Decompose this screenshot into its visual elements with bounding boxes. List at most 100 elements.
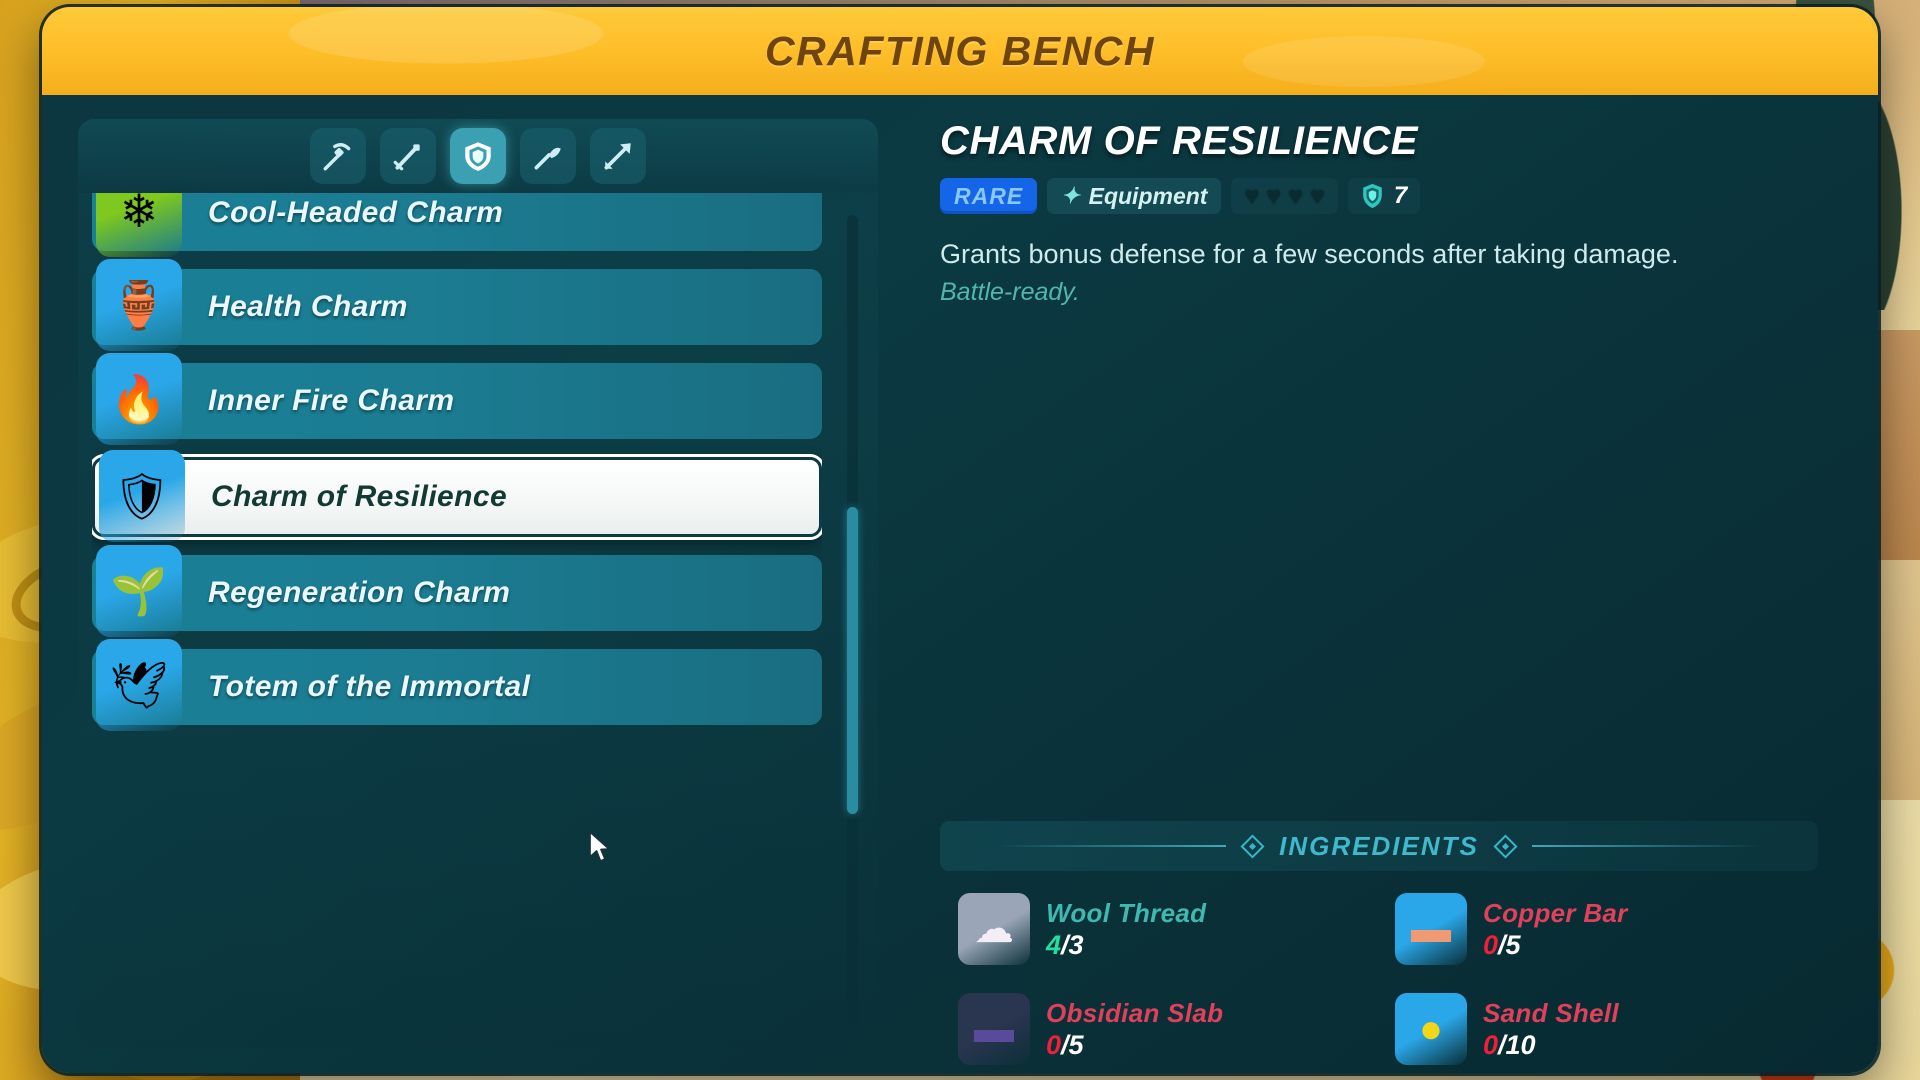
recipe-thumbnail: ❄ — [96, 193, 182, 257]
ingredient-name: Obsidian Slab — [1046, 997, 1224, 1028]
ingredient-have-count: 0 — [1483, 1029, 1499, 1060]
heart-icon: ♥ — [1266, 181, 1282, 210]
ingredient-need-count: /5 — [1061, 1029, 1084, 1060]
heart-icon: ♥ — [1309, 181, 1325, 210]
wing-icon: 🕊 — [109, 659, 169, 711]
ingredient-quantity: 0/10 — [1483, 1030, 1619, 1061]
recipe-row-label: Regeneration Charm — [208, 576, 511, 609]
ingredients-title: INGREDIENTS — [1279, 830, 1479, 861]
shield-stat-icon — [1363, 183, 1382, 209]
recipe-row[interactable]: 🔥 Inner Fire Charm — [92, 353, 822, 445]
recipe-row-label: Charm of Resilience — [211, 480, 508, 513]
page-title: CRAFTING BENCH — [765, 27, 1155, 74]
ingredient-item: ● Sand Shell 0/10 — [1395, 985, 1802, 1073]
ingredient-name: Copper Bar — [1483, 897, 1628, 928]
recipe-thumbnail: 🛡 — [99, 450, 185, 542]
diamond-icon-left — [1240, 833, 1265, 859]
ingredient-quantity: 0/5 — [1046, 1030, 1223, 1061]
ingredient-icon-tile: ● — [1395, 993, 1467, 1065]
ingredient-text: Obsidian Slab 0/5 — [1046, 998, 1223, 1061]
category-badge-label: Equipment — [1088, 182, 1208, 209]
flame-icon: 🔥 — [110, 373, 168, 425]
diamond-icon-right — [1493, 833, 1518, 859]
ingredient-need-count: /5 — [1498, 929, 1521, 960]
arrow-icon — [604, 143, 631, 170]
ingredient-icon-tile: ▬ — [958, 993, 1030, 1065]
recipe-row[interactable]: 🕊 Totem of the Immortal — [92, 639, 822, 731]
ingredient-text: Sand Shell 0/10 — [1483, 998, 1619, 1061]
detail-spacer — [940, 307, 1818, 821]
ingredient-item: ▬ Obsidian Slab 0/5 — [958, 985, 1365, 1073]
ingredient-have-count: 0 — [1483, 929, 1499, 960]
recipe-row-label: Health Charm — [208, 290, 408, 323]
scrollbar-thumb[interactable] — [847, 506, 858, 815]
potion-icon: 🏺 — [110, 279, 168, 331]
wool-icon: ☁ — [974, 907, 1014, 951]
item-detail-panel: CHARM OF RESILIENCE RARE ✦ Equipment ♥ ♥ ♥… — [888, 119, 1852, 1073]
detail-description: Grants bonus defense for a few seconds a… — [940, 239, 1679, 269]
ingredients-grid: ☁ Wool Thread 4/3 ▬ Copper Bar 0/5 ▬ Obsidian S… — [940, 885, 1818, 1073]
rarity-badge: RARE — [940, 178, 1038, 214]
recipe-row-label: Cool-Headed Charm — [208, 196, 504, 229]
recipe-thumbnail: 🔥 — [96, 353, 182, 445]
recipe-row-label: Totem of the Immortal — [208, 670, 531, 703]
detail-flavor-text: Battle-ready. — [940, 278, 1080, 307]
torch-icon — [534, 147, 561, 170]
recipe-browser: 🏺Health Charm❄Cool-Headed Charm🏺Health C… — [68, 119, 888, 1073]
recipe-row[interactable]: 🏺 Health Charm — [92, 259, 822, 351]
recipe-row[interactable]: 🛡 Charm of Resilience — [92, 450, 822, 542]
recipe-thumbnail: 🕊 — [96, 639, 182, 731]
tab-tools[interactable] — [310, 128, 366, 184]
shield-icon — [465, 142, 491, 171]
header-rule-left — [996, 845, 1227, 847]
crafting-bench-panel: CRAFTING BENCH ❄ Cool-Headed Charm 🏺 Hea… — [42, 7, 1878, 1073]
panel-body: 🏺Health Charm❄Cool-Headed Charm🏺Health C… — [42, 95, 1878, 1073]
defense-value: 7 — [1393, 182, 1408, 209]
recipe-thumbnail: 🌱 — [96, 545, 182, 637]
recipe-list-viewport: 🏺Health Charm❄Cool-Headed Charm🏺Health C… — [92, 193, 822, 1035]
ingredient-name: Sand Shell — [1483, 997, 1619, 1028]
ingredient-need-count: /3 — [1061, 929, 1084, 960]
ingredient-icon-tile: ☁ — [958, 893, 1030, 965]
ingredient-have-count: 0 — [1046, 1029, 1062, 1060]
ingredient-quantity: 4/3 — [1046, 930, 1206, 961]
copper-icon: ▬ — [1411, 907, 1451, 951]
shell-icon: ● — [1418, 1007, 1444, 1051]
recipe-list: 🏺Health Charm❄Cool-Headed Charm🏺Health C… — [92, 193, 822, 743]
recipe-row-label: Inner Fire Charm — [208, 384, 455, 417]
detail-title: CHARM OF RESILIENCE — [940, 119, 1419, 163]
ingredient-icon-tile: ▬ — [1395, 893, 1467, 965]
tab-ammo[interactable] — [590, 128, 646, 184]
sparkle-icon: ✦ — [1061, 183, 1080, 208]
tab-weapons[interactable] — [380, 128, 436, 184]
defense-badge: 7 — [1347, 178, 1421, 214]
leaf-icon: 🌱 — [110, 565, 168, 617]
ingredients-header: INGREDIENTS — [940, 821, 1818, 871]
heart-icon: ♥ — [1288, 181, 1303, 210]
tab-utility[interactable] — [520, 128, 576, 184]
ingredient-have-count: 4 — [1046, 929, 1062, 960]
detail-badge-row: RARE ✦ Equipment ♥ ♥ ♥ ♥ 7 — [940, 178, 1818, 214]
charm-icon: 🛡 — [112, 470, 172, 522]
pickaxe-icon — [323, 143, 351, 171]
recipe-thumbnail: 🏺 — [96, 259, 182, 351]
category-tab-bar — [78, 119, 878, 193]
tab-equipment[interactable] — [450, 128, 506, 184]
ingredient-text: Wool Thread 4/3 — [1046, 898, 1206, 961]
recipe-list-scrollbar[interactable] — [847, 215, 858, 1025]
category-badge: ✦ Equipment — [1047, 178, 1222, 214]
sword-icon — [393, 144, 420, 171]
heart-icon: ♥ — [1244, 181, 1260, 210]
ingredient-need-count: /10 — [1498, 1029, 1536, 1060]
recipe-row[interactable]: ❄ Cool-Headed Charm — [92, 193, 822, 257]
recipe-row[interactable]: 🌱 Regeneration Charm — [92, 545, 822, 637]
ingredient-item: ▬ Copper Bar 0/5 — [1395, 885, 1802, 973]
header-rule-right — [1531, 845, 1762, 847]
obsidian-icon: ▬ — [974, 1007, 1014, 1051]
health-badge: ♥ ♥ ♥ ♥ — [1231, 178, 1338, 214]
ingredient-name: Wool Thread — [1046, 897, 1207, 928]
snowflake-icon: ❄ — [119, 193, 159, 237]
ingredient-item: ☁ Wool Thread 4/3 — [958, 885, 1365, 973]
ingredient-text: Copper Bar 0/5 — [1483, 898, 1628, 961]
panel-header: CRAFTING BENCH — [42, 7, 1878, 95]
